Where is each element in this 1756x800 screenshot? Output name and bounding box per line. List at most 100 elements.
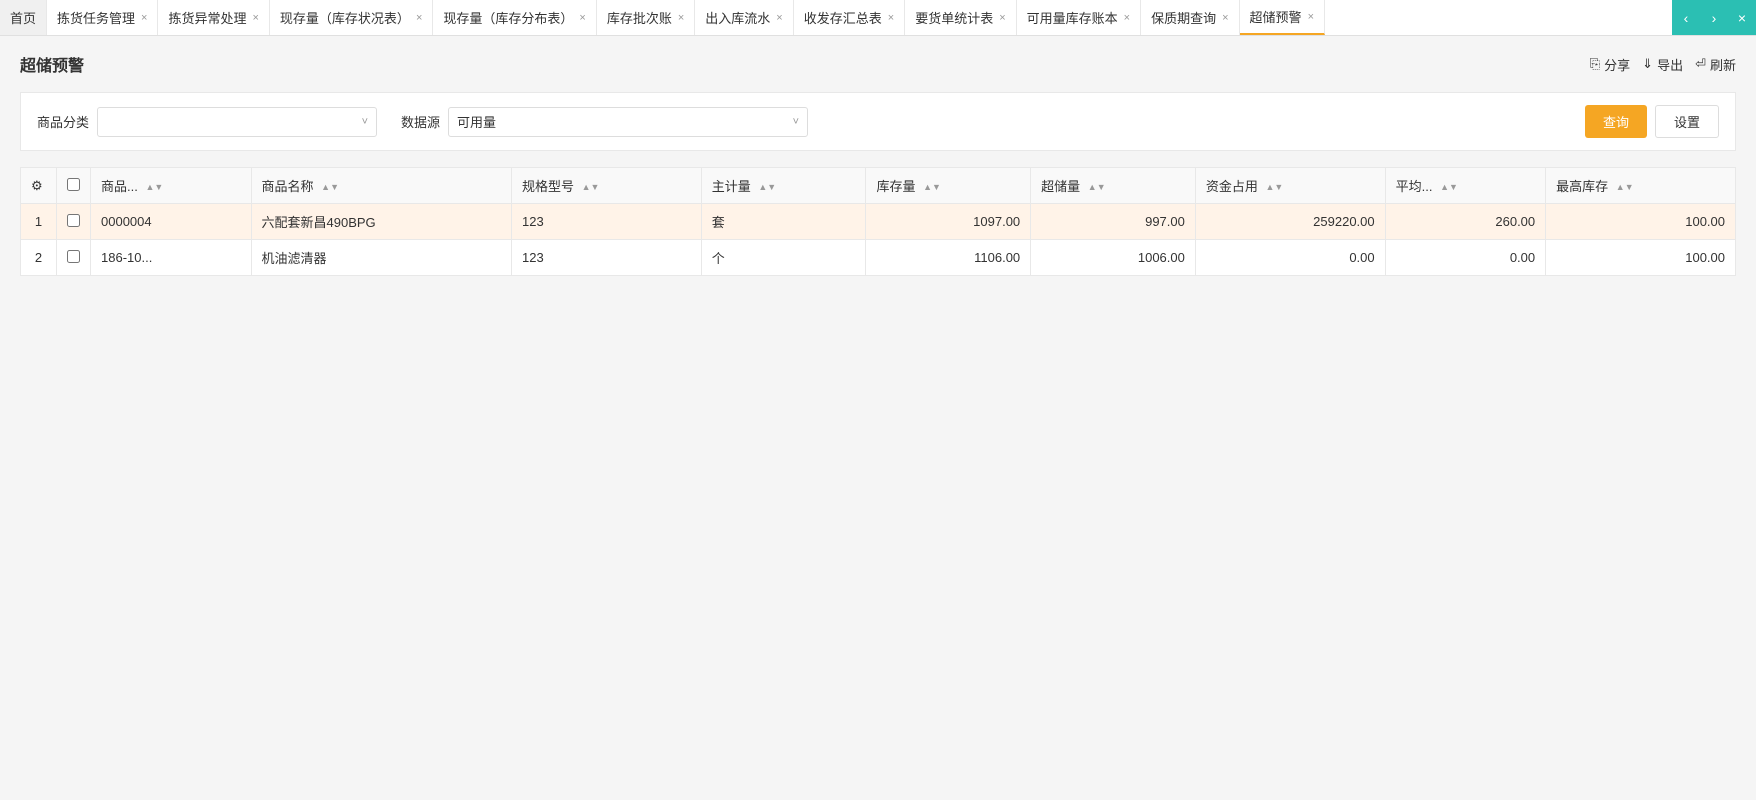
close-icon-exception[interactable]: × [252,12,258,24]
query-button[interactable]: 查询 [1585,105,1647,138]
page-title: 超储预警 [20,52,84,76]
cell-capital-occ-1: 0.00 [1195,240,1385,276]
topbar-item-avail-book[interactable]: 可用量库存账本 × [1017,0,1141,35]
cell-avg-0: 260.00 [1385,204,1546,240]
column-over-qty[interactable]: 超储量 ▲▼ [1031,168,1196,204]
nav-prev-button[interactable]: ‹ [1672,0,1700,36]
cell-over-qty-1: 1006.00 [1031,240,1196,276]
page-content: 超储预警 ⎘ 分享 ⇓ 导出 ⏎ 刷新 商品分类 ˅ 数据源 [0,36,1756,292]
column-max-stock[interactable]: 最高库存 ▲▼ [1546,168,1736,204]
cell-product-code-0: 0000004 [91,204,252,240]
topbar-item-overstock[interactable]: 超储预警 × [1240,0,1325,35]
chevron-down-icon: ˅ [362,116,368,128]
column-gear: ⚙ [21,168,57,204]
close-icon-inout-flow[interactable]: × [776,12,782,24]
column-stock-qty[interactable]: 库存量 ▲▼ [866,168,1031,204]
datasource-label: 数据源 [401,112,440,131]
topbar-label-home: 首页 [10,8,36,27]
sort-icon-stock-qty: ▲▼ [923,183,941,192]
close-icon-recv-send[interactable]: × [888,12,894,24]
topbar-item-recv-send[interactable]: 收发存汇总表 × [794,0,905,35]
topbar-label-order-stats: 要货单统计表 [915,8,993,27]
sort-icon-product-code: ▲▼ [145,183,163,192]
topbar-item-expiry[interactable]: 保质期查询× [1141,0,1239,35]
column-product-name[interactable]: 商品名称 ▲▼ [251,168,511,204]
topbar-item-stock-dist[interactable]: 现存量（库存分布表）× [433,0,596,35]
topbar-label-inout-flow: 出入库流水 [705,8,770,27]
category-label: 商品分类 [37,112,89,131]
table-header-row: ⚙ 商品... ▲▼ 商品名称 ▲▼ 规格型号 ▲▼ 主计 [21,168,1736,204]
filter-actions: 查询 设置 [1585,105,1719,138]
topbar-label-overstock: 超储预警 [1250,7,1302,26]
topbar-item-order-stats[interactable]: 要货单统计表 × [905,0,1016,35]
row-checkbox-1 [57,240,91,276]
nav-close-button[interactable]: × [1728,0,1756,36]
chevron-down-icon-2: ˅ [793,116,799,128]
cell-capital-occ-0: 259220.00 [1195,204,1385,240]
export-icon: ⇓ [1642,56,1653,72]
topbar-item-inout-flow[interactable]: 出入库流水 × [695,0,793,35]
close-icon-overstock[interactable]: × [1308,11,1314,23]
close-icon-batch-account[interactable]: × [678,12,684,24]
topbar-label-recv-send: 收发存汇总表 [804,8,882,27]
refresh-action[interactable]: ⏎ 刷新 [1695,55,1736,74]
share-action[interactable]: ⎘ 分享 [1590,55,1630,74]
select-all-checkbox[interactable] [67,178,80,191]
row-select-0[interactable] [67,214,80,227]
datasource-filter: 数据源 可用量 ˅ [401,107,808,137]
topbar-item-exception[interactable]: 拣货异常处理 × [158,0,269,35]
cell-product-code-1: 186-10... [91,240,252,276]
export-action[interactable]: ⇓ 导出 [1642,55,1683,74]
topbar-item-stock-status[interactable]: 现存量（库存状况表） × [270,0,433,35]
cell-max-stock-1: 100.00 [1546,240,1736,276]
sort-icon-max-stock: ▲▼ [1616,183,1634,192]
cell-spec-1: 123 [511,240,701,276]
cell-max-stock-0: 100.00 [1546,204,1736,240]
row-select-1[interactable] [67,250,80,263]
row-num-0: 1 [21,204,57,240]
page-header: 超储预警 ⎘ 分享 ⇓ 导出 ⏎ 刷新 [20,52,1736,76]
category-filter: 商品分类 ˅ [37,107,377,137]
close-icon-stock-status[interactable]: × [416,12,422,24]
table-row: 1 0000004 六配套新昌490BPG 123 套 1097.00 997.… [21,204,1736,240]
datasource-value: 可用量 [457,112,496,131]
topbar-item-task-mgmt[interactable]: 拣货任务管理 × [47,0,158,35]
topbar-label-task-mgmt: 拣货任务管理 [57,8,135,27]
gear-icon[interactable]: ⚙ [31,178,43,193]
column-avg[interactable]: 平均... ▲▼ [1385,168,1546,204]
close-icon-expiry[interactable]: × [1222,12,1228,24]
category-select[interactable]: ˅ [97,107,377,137]
row-num-1: 2 [21,240,57,276]
datasource-select[interactable]: 可用量 ˅ [448,107,808,137]
share-icon: ⎘ [1590,56,1600,72]
topbar-label-stock-status: 现存量（库存状况表） [280,8,410,27]
sort-icon-capital-occ: ▲▼ [1266,183,1284,192]
topbar-item-batch-account[interactable]: 库存批次账 × [597,0,695,35]
column-spec[interactable]: 规格型号 ▲▼ [511,168,701,204]
topbar: 首页拣货任务管理×拣货异常处理×现存量（库存状况表）×现存量（库存分布表）×库存… [0,0,1756,36]
cell-stock-qty-0: 1097.00 [866,204,1031,240]
sort-icon-product-name: ▲▼ [321,183,339,192]
column-unit[interactable]: 主计量 ▲▼ [701,168,866,204]
close-icon-stock-dist[interactable]: × [579,12,585,24]
topbar-label-avail-book: 可用量库存账本 [1027,8,1118,27]
cell-spec-0: 123 [511,204,701,240]
nav-next-button[interactable]: › [1700,0,1728,36]
cell-stock-qty-1: 1106.00 [866,240,1031,276]
filter-row: 商品分类 ˅ 数据源 可用量 ˅ 查询 设置 [20,92,1736,151]
close-icon-task-mgmt[interactable]: × [141,12,147,24]
close-icon-avail-book[interactable]: × [1124,12,1130,24]
topbar-label-batch-account: 库存批次账 [607,8,672,27]
column-capital-occ[interactable]: 资金占用 ▲▼ [1195,168,1385,204]
topbar-item-home[interactable]: 首页 [0,0,47,35]
row-checkbox-0 [57,204,91,240]
cell-over-qty-0: 997.00 [1031,204,1196,240]
header-actions: ⎘ 分享 ⇓ 导出 ⏎ 刷新 [1590,55,1736,74]
column-checkbox-all [57,168,91,204]
column-product-code[interactable]: 商品... ▲▼ [91,168,252,204]
sort-icon-over-qty: ▲▼ [1088,183,1106,192]
close-icon-order-stats[interactable]: × [999,12,1005,24]
cell-product-name-0: 六配套新昌490BPG [251,204,511,240]
topbar-label-exception: 拣货异常处理 [168,8,246,27]
settings-button[interactable]: 设置 [1655,105,1719,138]
